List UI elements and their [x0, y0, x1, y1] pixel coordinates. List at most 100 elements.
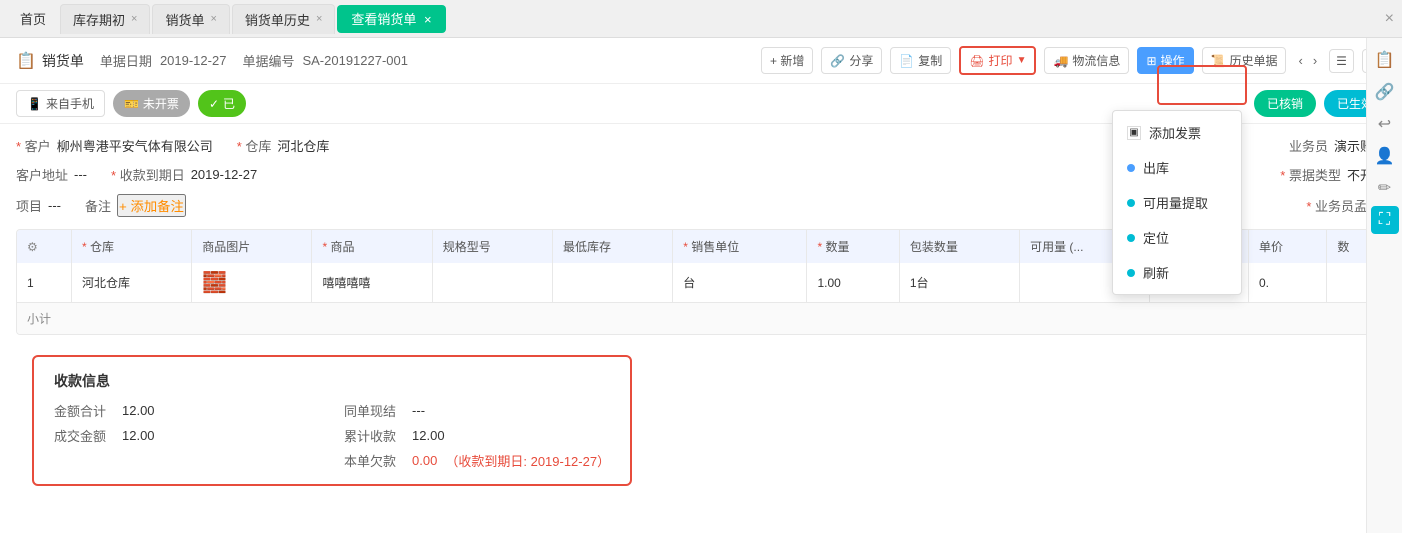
project-value: --- — [48, 198, 61, 213]
dropdown-refresh[interactable]: 刷新 — [1113, 255, 1241, 290]
print-button[interactable]: 🖨 打印 ▼ — [959, 46, 1036, 75]
logistics-button[interactable]: 🚚 物流信息 — [1044, 47, 1129, 74]
operate-button[interactable]: ⊞ 操作 — [1137, 47, 1193, 74]
due-date-field: 收款到期日 2019-12-27 — [111, 165, 257, 184]
col-quantity: 数量 — [807, 230, 899, 263]
doc-number-label: 单据编号 SA-20191227-001 — [242, 51, 408, 70]
address-label: 客户地址 — [16, 165, 68, 184]
cell-product: 嘻嘻嘻嘻 — [312, 263, 432, 303]
copy-button[interactable]: 📄 复制 — [890, 47, 951, 74]
new-button[interactable]: + 新增 — [761, 47, 813, 74]
due-date-label: 收款到期日 — [111, 165, 185, 184]
sidebar-icon-3[interactable]: ↩ — [1371, 110, 1399, 138]
operate-icon: ⊞ — [1146, 54, 1156, 68]
subtotal-row: 小计 — [17, 303, 1385, 335]
sold-out-btn[interactable]: 已核销 — [1254, 90, 1316, 117]
tab-inventory-label: 库存期初 — [73, 10, 125, 29]
col-settings[interactable]: ⚙ — [17, 230, 71, 263]
dropdown-available-qty[interactable]: 可用量提取 — [1113, 185, 1241, 220]
col-sales-unit: 销售单位 — [673, 230, 807, 263]
warehouse-label: 仓库 — [237, 136, 272, 155]
receipt-balance: 本单欠款 0.00 （收款到期日: 2019-12-27） — [344, 451, 610, 470]
cell-sales-unit: 台 — [673, 263, 807, 303]
history-button[interactable]: 📜 历史单据 — [1202, 47, 1287, 74]
list-view-btn[interactable]: ☰ — [1329, 49, 1354, 73]
warehouse-field: 仓库 河北仓库 — [237, 136, 330, 155]
refresh-dot — [1127, 269, 1135, 277]
tab-sales[interactable]: 销货单 × — [152, 4, 229, 34]
doc-header: 📋 销货单 单据日期 2019-12-27 单据编号 SA-20191227-0… — [0, 38, 1402, 84]
transaction-label: 成交金额 — [54, 426, 114, 445]
tab-inventory[interactable]: 库存期初 × — [60, 4, 150, 34]
col-product: 商品 — [312, 230, 432, 263]
sidebar-icon-2[interactable]: 🔗 — [1371, 78, 1399, 106]
project-field: 项目 --- — [16, 196, 61, 215]
sidebar-icon-1[interactable]: 📋 — [1371, 46, 1399, 74]
truck-icon: 🚚 — [1053, 54, 1068, 68]
balance-value: 0.00 — [412, 453, 437, 468]
tab-sales-history[interactable]: 销货单历史 × — [232, 4, 335, 34]
subtotal-label: 小计 — [17, 303, 1385, 335]
address-field: 客户地址 --- — [16, 165, 87, 184]
check-btn[interactable]: ✓ 已 — [198, 90, 246, 117]
prev-arrow[interactable]: ‹ — [1294, 51, 1306, 70]
query-tab-button[interactable]: 查看销货单 × — [337, 5, 445, 33]
warehouse-value: 河北仓库 — [277, 136, 329, 155]
doc-meta-area: 单据日期 2019-12-27 单据编号 SA-20191227-001 — [100, 51, 408, 70]
sidebar-icon-5[interactable]: ✏ — [1371, 174, 1399, 202]
tab-home[interactable]: 首页 — [8, 4, 58, 34]
cell-no: 1 — [17, 263, 71, 303]
add-invoice-icon: ▣ — [1127, 126, 1141, 140]
bill-type-label: 票据类型 — [1280, 165, 1341, 184]
sidebar-icon-4[interactable]: 👤 — [1371, 142, 1399, 170]
dropdown-ship-out[interactable]: 出库 — [1113, 150, 1241, 185]
add-invoice-label: 添加发票 — [1149, 123, 1201, 142]
query-tab-label: 查看销货单 — [351, 12, 416, 27]
next-arrow[interactable]: › — [1309, 51, 1321, 70]
close-window-btn[interactable]: × — [1385, 10, 1394, 28]
doc-title-text: 销货单 — [42, 51, 84, 71]
staff-label: 业务员 — [1289, 136, 1328, 155]
col-pack-qty: 包装数量 — [899, 230, 1019, 263]
settings-icon[interactable]: ⚙ — [27, 240, 38, 254]
balance-note: （收款到期日: 2019-12-27） — [445, 451, 610, 470]
tab-sales-history-label: 销货单历史 — [245, 10, 310, 29]
customer-field: 客户 柳州粤港平安气体有限公司 — [16, 136, 213, 155]
sidebar-icon-6[interactable]: ⛶ — [1371, 206, 1399, 234]
cell-min-stock — [552, 263, 672, 303]
ticket-icon: 🎫 — [124, 97, 139, 111]
check-icon: ✓ — [209, 97, 219, 111]
history-icon: 📜 — [1211, 54, 1226, 68]
phone-btn[interactable]: 📱 来自手机 — [16, 90, 105, 117]
tab-sales-history-close[interactable]: × — [316, 13, 322, 25]
col-image: 商品图片 — [192, 230, 312, 263]
cumulative-label: 累计收款 — [344, 426, 404, 445]
tab-home-label: 首页 — [20, 9, 46, 28]
balance-label: 本单欠款 — [344, 451, 404, 470]
due-date-value: 2019-12-27 — [191, 167, 258, 182]
col-min-stock: 最低库存 — [552, 230, 672, 263]
share-button[interactable]: 🔗 分享 — [821, 47, 882, 74]
address-value: --- — [74, 167, 87, 182]
dropdown-locate[interactable]: 定位 — [1113, 220, 1241, 255]
add-note-btn[interactable]: + 添加备注 — [117, 194, 186, 217]
cell-warehouse: 河北仓库 — [71, 263, 191, 303]
dropdown-add-invoice[interactable]: ▣ 添加发票 — [1113, 115, 1241, 150]
not-opened-btn[interactable]: 🎫 未开票 — [113, 90, 190, 117]
locate-dot — [1127, 234, 1135, 242]
customer-value: 柳州粤港平安气体有限公司 — [57, 136, 213, 155]
receipt-total: 金额合计 12.00 — [54, 401, 320, 420]
ship-out-label: 出库 — [1143, 158, 1169, 177]
transaction-value: 12.00 — [122, 428, 155, 443]
total-value: 12.00 — [122, 403, 155, 418]
receipt-title: 收款信息 — [54, 371, 610, 391]
doc-actions-area: + 新增 🔗 分享 📄 复制 🖨 打印 ▼ 🚚 物流信息 — [761, 46, 1386, 75]
locate-label: 定位 — [1143, 228, 1169, 247]
tab-sales-close[interactable]: × — [210, 13, 216, 25]
query-tab-close[interactable]: × — [424, 12, 432, 27]
cell-spec — [432, 263, 552, 303]
tab-bar: 首页 库存期初 × 销货单 × 销货单历史 × 查看销货单 × × — [0, 0, 1402, 38]
share-icon: 🔗 — [830, 54, 845, 68]
doc-icon: 📋 — [16, 51, 36, 71]
tab-inventory-close[interactable]: × — [131, 13, 137, 25]
